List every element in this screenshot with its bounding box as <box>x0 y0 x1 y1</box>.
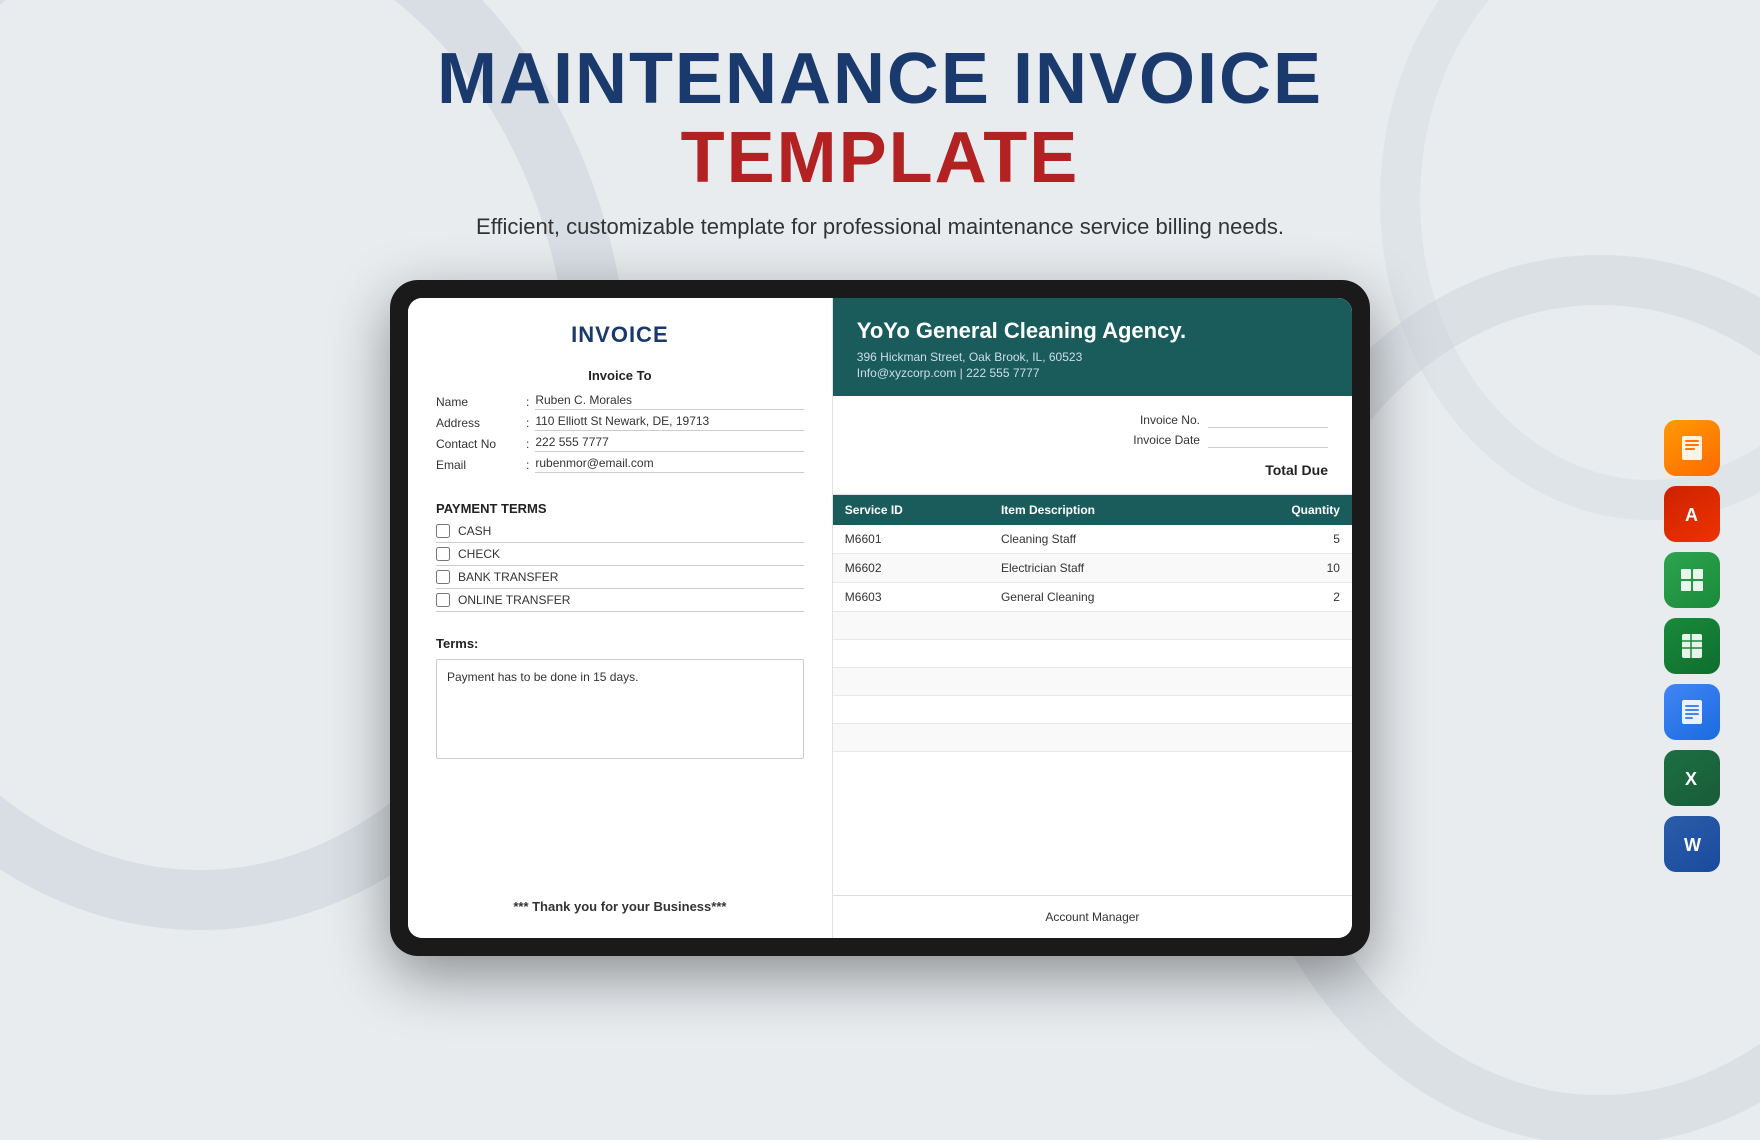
email-label: Email <box>436 458 526 472</box>
contact-value: 222 555 7777 <box>535 435 803 452</box>
online-transfer-checkbox[interactable] <box>436 593 450 607</box>
address-label: Address <box>436 416 526 430</box>
payment-option-online-transfer[interactable]: ONLINE TRANSFER <box>436 593 804 612</box>
total-due-label: Total Due <box>1265 462 1328 478</box>
bank-transfer-label: BANK TRANSFER <box>458 570 558 584</box>
service-id: M6603 <box>833 583 989 612</box>
company-name: YoYo General Cleaning Agency. <box>857 318 1328 344</box>
quantity: 10 <box>1214 554 1352 583</box>
payment-option-cash[interactable]: CASH <box>436 524 804 543</box>
check-label: CHECK <box>458 547 500 561</box>
invoice-no-value <box>1208 412 1328 428</box>
name-field: Name : Ruben C. Morales <box>436 393 804 410</box>
item-description: General Cleaning <box>989 583 1214 612</box>
table-row: M6602 Electrician Staff 10 <box>833 554 1352 583</box>
check-checkbox[interactable] <box>436 547 450 561</box>
payment-option-check[interactable]: CHECK <box>436 547 804 566</box>
service-id: M6602 <box>833 554 989 583</box>
excel-icon[interactable]: X <box>1664 750 1720 806</box>
quantity: 5 <box>1214 525 1352 554</box>
empty-row <box>833 612 1352 640</box>
table-row: M6601 Cleaning Staff 5 <box>833 525 1352 554</box>
col-header-quantity: Quantity <box>1214 495 1352 525</box>
pages-icon[interactable] <box>1664 420 1720 476</box>
table-row: M6603 General Cleaning 2 <box>833 583 1352 612</box>
invoice-meta: Invoice No. Invoice Date Total Due <box>833 396 1352 495</box>
item-description: Cleaning Staff <box>989 525 1214 554</box>
invoice-date-value <box>1208 432 1328 448</box>
quantity: 2 <box>1214 583 1352 612</box>
page-title-line2: TEMPLATE <box>681 119 1080 198</box>
docs-icon[interactable] <box>1664 684 1720 740</box>
payment-terms-section: PAYMENT TERMS CASH CHECK BANK TRANSFER <box>436 501 804 616</box>
company-address: 396 Hickman Street, Oak Brook, IL, 60523 <box>857 350 1328 364</box>
app-icons-container: A X W <box>1664 420 1720 872</box>
thank-you-text: *** Thank you for your Business*** <box>436 879 804 914</box>
numbers-icon[interactable] <box>1664 552 1720 608</box>
terms-text: Payment has to be done in 15 days. <box>436 659 804 759</box>
payment-terms-label: PAYMENT TERMS <box>436 501 804 516</box>
bank-transfer-checkbox[interactable] <box>436 570 450 584</box>
cash-label: CASH <box>458 524 491 538</box>
left-panel: INVOICE Invoice To Name : Ruben C. Moral… <box>408 298 833 938</box>
acrobat-icon[interactable]: A <box>1664 486 1720 542</box>
empty-row <box>833 696 1352 724</box>
email-field: Email : rubenmor@email.com <box>436 456 804 473</box>
svg-text:W: W <box>1684 835 1701 855</box>
email-value: rubenmor@email.com <box>535 456 803 473</box>
service-id: M6601 <box>833 525 989 554</box>
tablet-frame: INVOICE Invoice To Name : Ruben C. Moral… <box>390 280 1370 956</box>
services-table: Service ID Item Description Quantity M66… <box>833 495 1352 752</box>
contact-label: Contact No <box>436 437 526 451</box>
empty-row <box>833 640 1352 668</box>
word-icon[interactable]: W <box>1664 816 1720 872</box>
terms-label: Terms: <box>436 636 804 651</box>
empty-row <box>833 668 1352 696</box>
payment-option-bank-transfer[interactable]: BANK TRANSFER <box>436 570 804 589</box>
invoice-no-label: Invoice No. <box>1140 413 1200 427</box>
invoice-no-row: Invoice No. <box>1140 412 1328 428</box>
item-description: Electrician Staff <box>989 554 1214 583</box>
terms-section: Terms: Payment has to be done in 15 days… <box>436 636 804 759</box>
invoice-title: INVOICE <box>436 322 804 348</box>
online-transfer-label: ONLINE TRANSFER <box>458 593 570 607</box>
page-description: Efficient, customizable template for pro… <box>476 214 1284 240</box>
col-header-service-id: Service ID <box>833 495 989 525</box>
col-header-description: Item Description <box>989 495 1214 525</box>
sheets-icon[interactable] <box>1664 618 1720 674</box>
invoice-date-row: Invoice Date <box>1133 432 1328 448</box>
name-value: Ruben C. Morales <box>535 393 803 410</box>
svg-text:A: A <box>1685 505 1698 525</box>
page-title-line1: MAINTENANCE INVOICE <box>437 40 1323 119</box>
address-value: 110 Elliott St Newark, DE, 19713 <box>535 414 803 431</box>
tablet-inner: INVOICE Invoice To Name : Ruben C. Moral… <box>408 298 1352 938</box>
name-label: Name <box>436 395 526 409</box>
cash-checkbox[interactable] <box>436 524 450 538</box>
empty-row <box>833 724 1352 752</box>
invoice-to-label: Invoice To <box>436 368 804 383</box>
address-field: Address : 110 Elliott St Newark, DE, 197… <box>436 414 804 431</box>
company-header: YoYo General Cleaning Agency. 396 Hickma… <box>833 298 1352 396</box>
invoice-date-label: Invoice Date <box>1133 433 1200 447</box>
svg-text:X: X <box>1685 769 1697 789</box>
table-header-row: Service ID Item Description Quantity <box>833 495 1352 525</box>
right-panel: YoYo General Cleaning Agency. 396 Hickma… <box>833 298 1352 938</box>
contact-field: Contact No : 222 555 7777 <box>436 435 804 452</box>
company-contact: Info@xyzcorp.com | 222 555 7777 <box>857 366 1328 380</box>
account-manager-label: Account Manager <box>833 895 1352 938</box>
